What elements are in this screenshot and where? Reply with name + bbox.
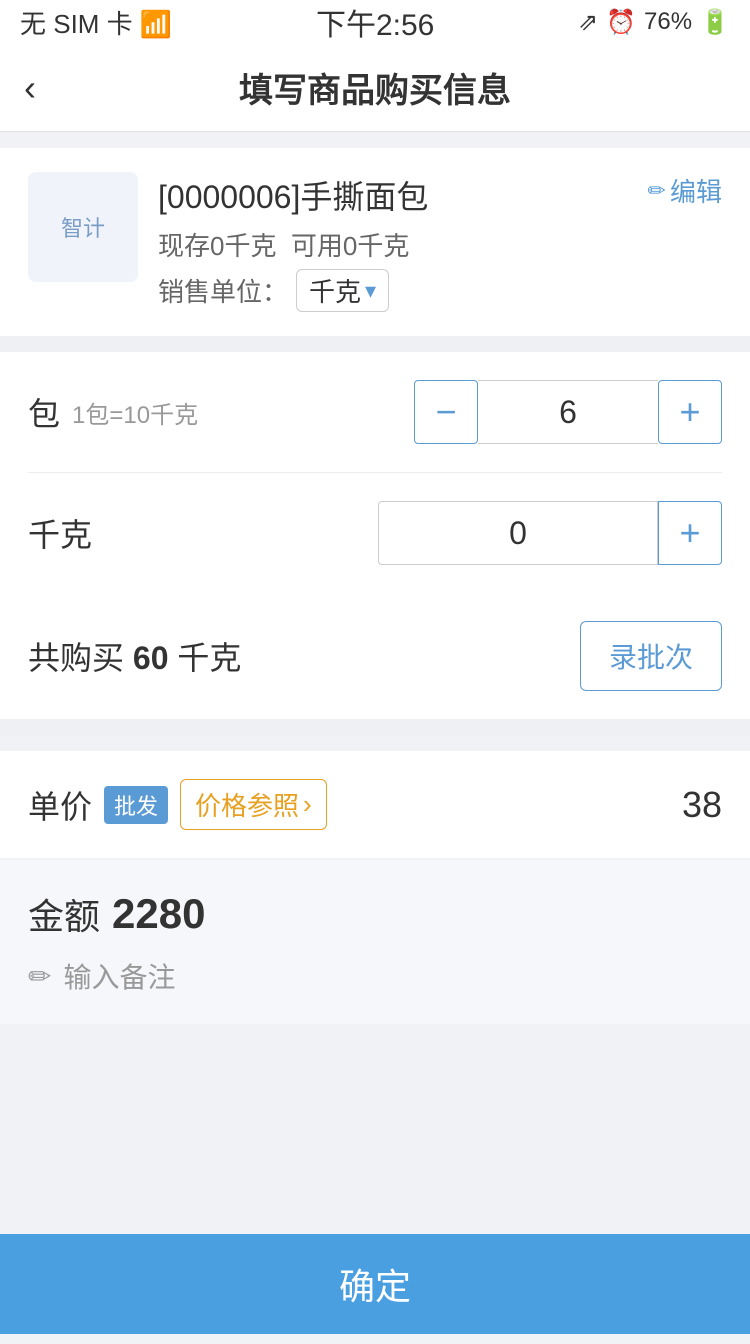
back-button[interactable]: ‹ — [24, 67, 36, 109]
bao-label: 包 1包=10千克 — [28, 389, 198, 435]
amount-row: 金额 2280 — [28, 888, 722, 940]
price-ref-button[interactable]: 价格参照 › — [180, 779, 327, 830]
product-info: [0000006]手撕面包 现存0千克 可用0千克 销售单位： 千克 ▾ — [158, 172, 628, 312]
amount-section: 金额 2280 ✏ 输入备注 — [0, 860, 750, 1024]
remark-icon: ✏ — [28, 960, 51, 993]
product-stock: 现存0千克 可用0千克 — [158, 226, 628, 263]
bao-plus-button[interactable]: + — [658, 380, 722, 444]
bao-input[interactable] — [478, 380, 658, 444]
kg-label: 千克 — [28, 510, 92, 556]
product-card: 智计 [0000006]手撕面包 现存0千克 可用0千克 销售单位： 千克 ▾ … — [0, 148, 750, 336]
section-divider-1 — [0, 336, 750, 352]
product-image: 智计 — [28, 172, 138, 282]
kg-plus-button[interactable]: + — [658, 501, 722, 565]
pifa-badge: 批发 — [104, 786, 168, 824]
section-divider-2 — [0, 719, 750, 735]
batch-button[interactable]: 录批次 — [580, 621, 722, 691]
confirm-button[interactable]: 确定 — [0, 1234, 750, 1334]
price-section: 单价 批发 价格参照 › 38 — [0, 751, 750, 858]
bao-row: 包 1包=10千克 − + — [28, 352, 722, 473]
total-row: 共购买 60 千克 录批次 — [0, 593, 750, 719]
remark-placeholder: 输入备注 — [63, 956, 175, 996]
bao-minus-button[interactable]: − — [414, 380, 478, 444]
status-time: 下午2:56 — [316, 0, 434, 44]
amount-value: 2280 — [112, 890, 205, 938]
battery-status: 76% — [644, 8, 692, 36]
remark-row[interactable]: ✏ 输入备注 — [28, 956, 722, 996]
kg-input[interactable] — [378, 501, 658, 565]
bao-hint: 1包=10千克 — [72, 395, 198, 430]
alarm-icon: ⏰ — [606, 8, 636, 37]
kg-input-group: + — [378, 501, 722, 565]
status-bar: 无 SIM 卡 📶 下午2:56 ⇗ ⏰ 76% 🔋 — [0, 0, 750, 44]
status-right: ⇗ ⏰ 76% 🔋 — [578, 8, 730, 37]
amount-label: 金额 — [28, 888, 100, 940]
kg-row: 千克 + — [28, 473, 722, 593]
unit-select[interactable]: 千克 ▾ — [296, 269, 389, 312]
price-row: 单价 批发 价格参照 › 38 — [28, 779, 722, 830]
edit-button[interactable]: ✏ 编辑 — [648, 172, 722, 209]
price-value: 38 — [682, 784, 722, 826]
product-unit-row: 销售单位： 千克 ▾ — [158, 269, 628, 312]
nav-bar: ‹ 填写商品购买信息 — [0, 44, 750, 132]
bao-stepper: − + — [414, 380, 722, 444]
sim-status: 无 SIM 卡 📶 — [20, 4, 172, 41]
page-title: 填写商品购买信息 — [239, 63, 511, 112]
product-logo: 智计 — [61, 211, 105, 243]
status-left: 无 SIM 卡 📶 — [20, 4, 172, 41]
product-name: [0000006]手撕面包 — [158, 172, 628, 218]
battery-icon: 🔋 — [700, 8, 730, 37]
quantity-section: 包 1包=10千克 − + 千克 + — [0, 352, 750, 593]
location-icon: ⇗ — [578, 8, 598, 37]
price-label: 单价 批发 价格参照 › — [28, 779, 327, 830]
total-text: 共购买 60 千克 — [28, 633, 241, 679]
